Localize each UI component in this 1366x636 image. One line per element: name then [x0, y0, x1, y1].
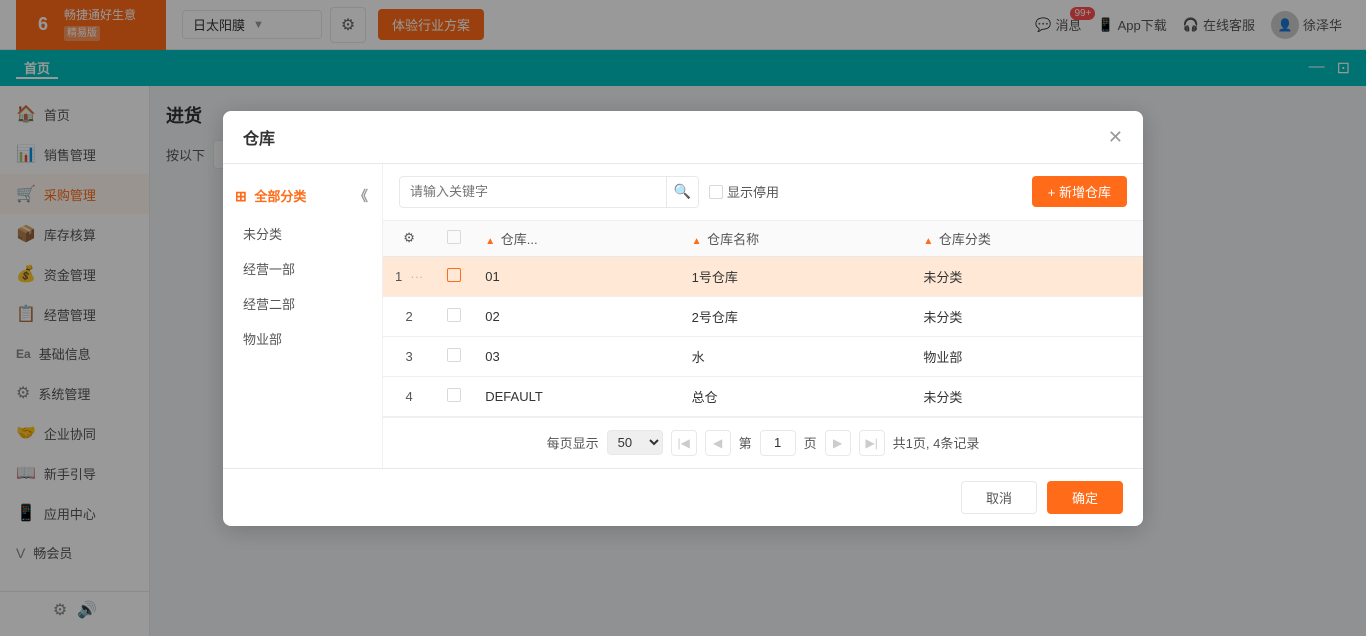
row-num: 4	[383, 376, 435, 416]
sort-cat-icon: ▲	[923, 236, 933, 247]
row-category: 物业部	[911, 336, 1143, 376]
data-table: ⚙ ▲ 仓库... ▲	[383, 221, 1143, 417]
category-item-unclassified[interactable]: 未分类	[223, 216, 382, 251]
col-name: ▲ 仓库名称	[680, 221, 912, 257]
row-num: 1···	[383, 256, 435, 296]
first-page-button[interactable]: |◀	[671, 430, 697, 456]
search-input[interactable]	[400, 184, 666, 199]
grid-icon: ⊞	[235, 188, 247, 204]
col-category: ▲ 仓库分类	[911, 221, 1143, 257]
show-disabled-label[interactable]: 显示停用	[709, 182, 779, 201]
category-item-property[interactable]: 物业部	[223, 321, 382, 356]
row-code: DEFAULT	[473, 376, 679, 416]
col-code: ▲ 仓库...	[473, 221, 679, 257]
table-row[interactable]: 2 02 2号仓库 未分类	[383, 296, 1143, 336]
row-category: 未分类	[911, 296, 1143, 336]
table-row[interactable]: 3 03 水 物业部	[383, 336, 1143, 376]
row-num: 2	[383, 296, 435, 336]
confirm-button[interactable]: 确定	[1047, 481, 1123, 514]
total-info: 共1页, 4条记录	[893, 433, 980, 452]
page-size-select[interactable]: 50 100	[607, 430, 663, 455]
row-code: 03	[473, 336, 679, 376]
next-page-button[interactable]: ▶	[825, 430, 851, 456]
modal-close-button[interactable]: ✕	[1108, 128, 1123, 146]
row-checkbox[interactable]	[435, 256, 473, 296]
search-button[interactable]: 🔍	[666, 176, 698, 208]
search-box: 🔍	[399, 176, 699, 208]
table-header-row: ⚙ ▲ 仓库... ▲	[383, 221, 1143, 257]
table-row[interactable]: 4 DEFAULT 总仓 未分类	[383, 376, 1143, 416]
row-checkbox[interactable]	[435, 296, 473, 336]
col-settings-icon: ⚙	[403, 230, 415, 245]
row-checkbox[interactable]	[435, 336, 473, 376]
modal-title: 仓库	[243, 125, 275, 149]
warehouse-table: ⚙ ▲ 仓库... ▲	[383, 221, 1143, 417]
modal-footer: 取消 确定	[223, 468, 1143, 526]
row-name: 1号仓库	[680, 256, 912, 296]
modal-header: 仓库 ✕	[223, 111, 1143, 164]
row-num: 3	[383, 336, 435, 376]
table-row[interactable]: 1··· 01 1号仓库 未分类	[383, 256, 1143, 296]
row-code: 02	[473, 296, 679, 336]
table-toolbar: 🔍 显示停用 + 新增仓库	[383, 164, 1143, 221]
table-area: 🔍 显示停用 + 新增仓库 ⚙	[383, 164, 1143, 468]
pagination-bar: 每页显示 50 100 |◀ ◀ 第 页 ▶ ▶| 共1页, 4条记录	[383, 417, 1143, 468]
row-name: 2号仓库	[680, 296, 912, 336]
row-code: 01	[473, 256, 679, 296]
select-all-checkbox[interactable]	[447, 230, 461, 244]
modal-overlay: 仓库 ✕ ⊞ 全部分类 《 未分类 经营一部 经营二部 物业部	[0, 0, 1366, 636]
row-actions-icon[interactable]: ···	[410, 269, 423, 284]
cancel-button[interactable]: 取消	[961, 481, 1037, 514]
col-settings: ⚙	[383, 221, 435, 257]
row-name: 水	[680, 336, 912, 376]
show-disabled-checkbox[interactable]	[709, 185, 723, 199]
row-category: 未分类	[911, 256, 1143, 296]
category-item-dept2[interactable]: 经营二部	[223, 286, 382, 321]
category-header[interactable]: ⊞ 全部分类 《	[223, 176, 382, 216]
add-warehouse-button[interactable]: + 新增仓库	[1032, 176, 1127, 207]
sort-name-icon: ▲	[692, 236, 702, 247]
row-name: 总仓	[680, 376, 912, 416]
category-item-dept1[interactable]: 经营一部	[223, 251, 382, 286]
modal-body: ⊞ 全部分类 《 未分类 经营一部 经营二部 物业部 🔍	[223, 164, 1143, 468]
row-category: 未分类	[911, 376, 1143, 416]
row-checkbox[interactable]	[435, 376, 473, 416]
category-sidebar: ⊞ 全部分类 《 未分类 经营一部 经营二部 物业部	[223, 164, 383, 468]
col-checkbox	[435, 221, 473, 257]
page-number-input[interactable]	[760, 430, 796, 456]
warehouse-modal: 仓库 ✕ ⊞ 全部分类 《 未分类 经营一部 经营二部 物业部	[223, 111, 1143, 526]
sort-icon: ▲	[485, 236, 495, 247]
last-page-button[interactable]: ▶|	[859, 430, 885, 456]
prev-page-button[interactable]: ◀	[705, 430, 731, 456]
collapse-category-button[interactable]: 《	[352, 184, 370, 208]
